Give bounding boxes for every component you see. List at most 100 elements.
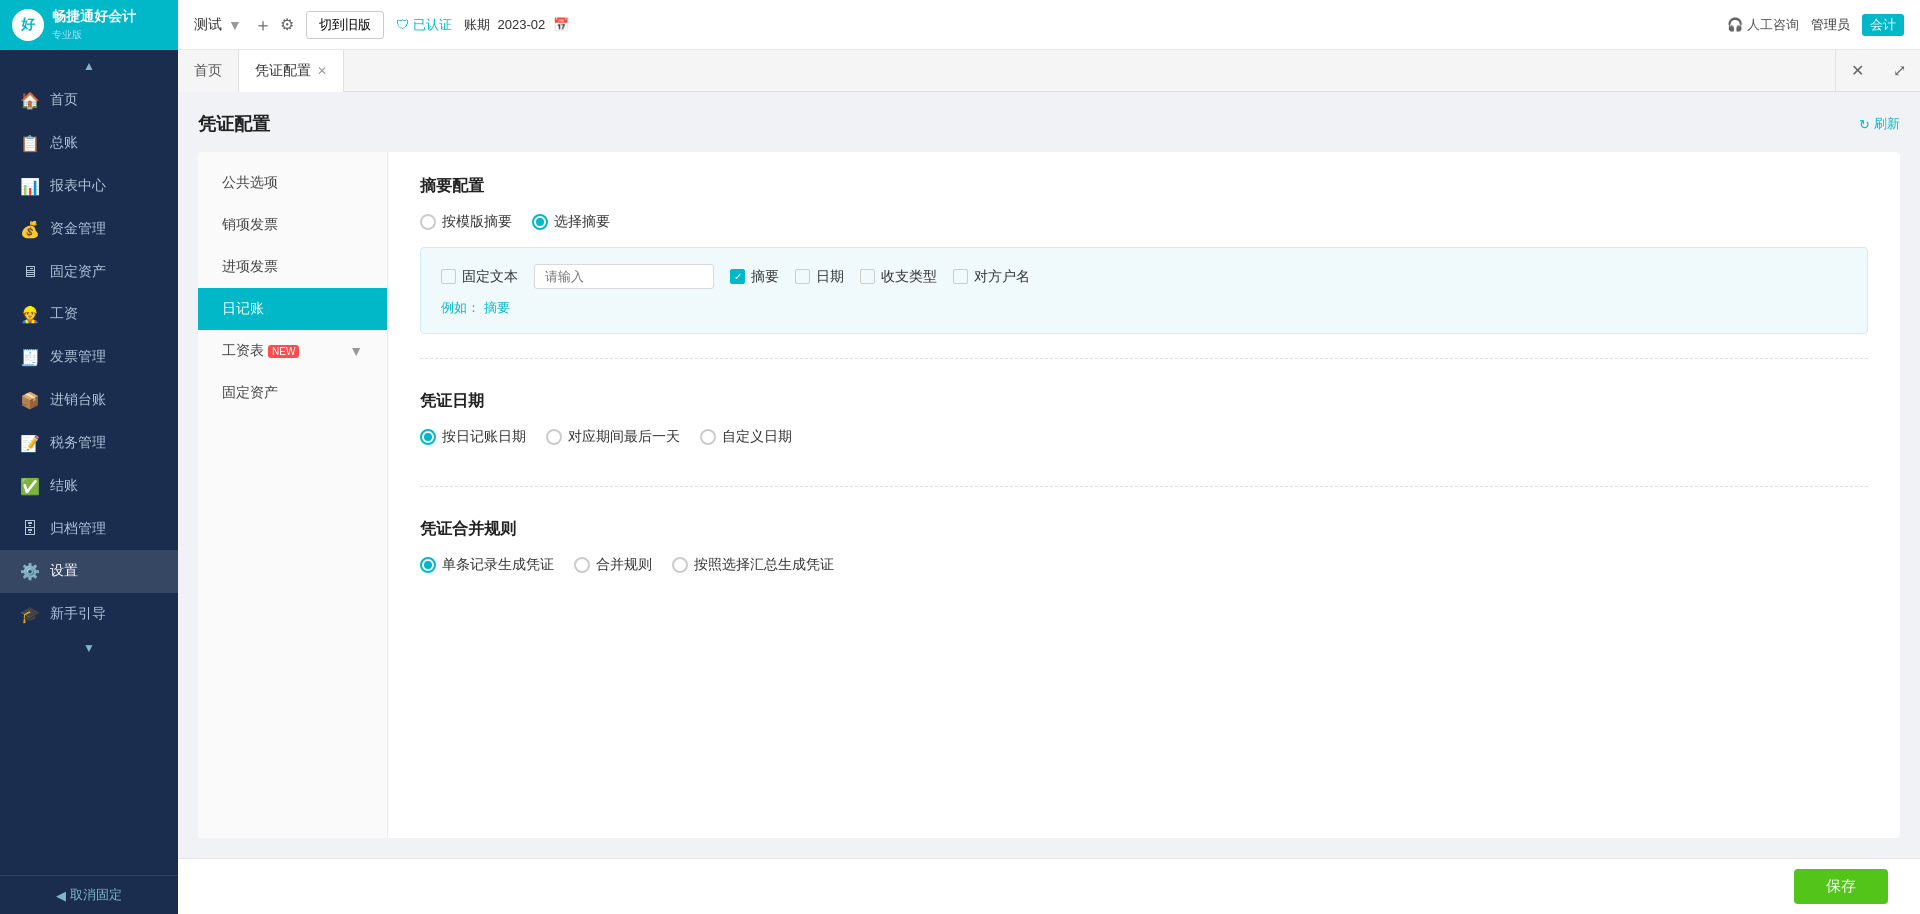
sidebar-item-archive-label: 归档管理 [50, 520, 106, 538]
summary-section-title: 摘要配置 [420, 176, 1868, 197]
radio-select-summary-label: 选择摘要 [554, 213, 610, 231]
radio-single-record-circle [420, 557, 436, 573]
checkbox-income-type[interactable]: 收支类型 [860, 268, 937, 286]
bottom-bar: 保存 [178, 858, 1920, 914]
sidebar-item-home[interactable]: 🏠 首页 [0, 79, 178, 122]
radio-template-summary[interactable]: 按模版摘要 [420, 213, 512, 231]
sidebar-item-settings[interactable]: ⚙️ 设置 [0, 550, 178, 593]
scroll-up[interactable]: ▲ [0, 54, 178, 79]
radio-diary-date-label: 按日记账日期 [442, 428, 526, 446]
radio-single-record-label: 单条记录生成凭证 [442, 556, 554, 574]
nav-item-sales-invoice[interactable]: 销项发票 [198, 204, 387, 246]
salary-icon: 👷 [20, 305, 40, 324]
consulting-button[interactable]: 🎧 人工咨询 [1727, 16, 1799, 34]
sidebar-item-fixed-asset[interactable]: 🖥 固定资产 [0, 251, 178, 293]
manager-label: 管理员 [1811, 16, 1850, 34]
radio-period-last-day[interactable]: 对应期间最后一天 [546, 428, 680, 446]
nav-item-payroll[interactable]: 工资表 NEW ▼ [198, 330, 387, 372]
date-radio-group: 按日记账日期 对应期间最后一天 自定义日期 [420, 428, 1868, 446]
sidebar-item-close-label: 结账 [50, 477, 78, 495]
report-icon: 📊 [20, 177, 40, 196]
radio-custom-date[interactable]: 自定义日期 [700, 428, 792, 446]
maximize-window-button[interactable]: ⤢ [1878, 50, 1920, 92]
close-window-button[interactable]: ✕ [1836, 50, 1878, 92]
summary-config-row: 固定文本 摘要 日期 [441, 264, 1847, 289]
main-area: 测试 ▼ ＋ ⚙ 切到旧版 🛡 已认证 账期 2023-02 📅 🎧 人工咨询 … [178, 0, 1920, 914]
logo-icon: 好 [12, 9, 44, 41]
sidebar-item-trade[interactable]: 📦 进销台账 [0, 379, 178, 422]
radio-single-record[interactable]: 单条记录生成凭证 [420, 556, 554, 574]
refresh-label: 刷新 [1874, 115, 1900, 133]
sidebar-item-invoice[interactable]: 🧾 发票管理 [0, 336, 178, 379]
sidebar-item-report-label: 报表中心 [50, 177, 106, 195]
checkbox-date-box [795, 269, 810, 284]
topbar-actions: ＋ ⚙ [254, 13, 294, 37]
refresh-button[interactable]: ↻ 刷新 [1859, 115, 1900, 133]
scroll-down[interactable]: ▼ [0, 636, 178, 661]
sidebar-item-tax[interactable]: 📝 税务管理 [0, 422, 178, 465]
radio-aggregate-generate-label: 按照选择汇总生成凭证 [694, 556, 834, 574]
scroll-down-icon[interactable]: ▼ [83, 640, 95, 657]
project-dropdown-icon[interactable]: ▼ [228, 17, 242, 33]
cancel-fixed-button[interactable]: ◀ 取消固定 [0, 875, 178, 914]
nav-item-public[interactable]: 公共选项 [198, 162, 387, 204]
summary-radio-group: 按模版摘要 选择摘要 [420, 213, 1868, 231]
switch-old-button[interactable]: 切到旧版 [306, 11, 384, 39]
add-icon[interactable]: ＋ [254, 13, 272, 37]
radio-select-summary[interactable]: 选择摘要 [532, 213, 610, 231]
checkbox-fixed-text[interactable]: 固定文本 [441, 268, 518, 286]
sidebar-scroll: ▲ 🏠 首页 📋 总账 📊 报表中心 💰 资金管理 🖥 固定资产 👷 工资 🧾 [0, 50, 178, 875]
tab-home[interactable]: 首页 [178, 50, 239, 92]
sidebar-item-salary[interactable]: 👷 工资 [0, 293, 178, 336]
close-period-icon: ✅ [20, 477, 40, 496]
radio-period-last-day-label: 对应期间最后一天 [568, 428, 680, 446]
nav-item-fixed-assets[interactable]: 固定资产 [198, 372, 387, 414]
tab-close-icon[interactable]: ✕ [317, 64, 327, 78]
radio-merge-rules-label: 合并规则 [596, 556, 652, 574]
settings-icon: ⚙️ [20, 562, 40, 581]
sidebar-item-archive[interactable]: 🗄 归档管理 [0, 508, 178, 550]
invoice-icon: 🧾 [20, 348, 40, 367]
sidebar-item-report[interactable]: 📊 报表中心 [0, 165, 178, 208]
sidebar-item-tax-label: 税务管理 [50, 434, 106, 452]
scroll-up-icon[interactable]: ▲ [83, 58, 95, 75]
left-nav: 公共选项 销项发票 进项发票 日记账 工资表 NEW ▼ 固定资产 [198, 152, 388, 838]
tab-home-label: 首页 [194, 62, 222, 80]
checkbox-counterpart[interactable]: 对方户名 [953, 268, 1030, 286]
nav-item-diary[interactable]: 日记账 [198, 288, 387, 330]
certified-status: 🛡 已认证 [396, 16, 452, 34]
sidebar: 好 畅捷通好会计 专业版 ▲ 🏠 首页 📋 总账 📊 报表中心 💰 资金管理 🖥 [0, 0, 178, 914]
archive-icon: 🗄 [20, 520, 40, 538]
sidebar-item-guide-label: 新手引导 [50, 605, 106, 623]
settings-gear-icon[interactable]: ⚙ [280, 15, 294, 34]
tab-voucher-config[interactable]: 凭证配置 ✕ [239, 50, 344, 92]
payroll-expand-icon: ▼ [349, 343, 363, 359]
checkbox-date[interactable]: 日期 [795, 268, 844, 286]
inner-layout: 公共选项 销项发票 进项发票 日记账 工资表 NEW ▼ 固定资产 [198, 152, 1900, 838]
example-content: 摘要 [484, 300, 510, 315]
sidebar-item-close[interactable]: ✅ 结账 [0, 465, 178, 508]
account-period: 账期 2023-02 📅 [464, 16, 569, 34]
save-button[interactable]: 保存 [1794, 869, 1888, 904]
consulting-label: 人工咨询 [1747, 16, 1799, 34]
sidebar-item-fund-label: 资金管理 [50, 220, 106, 238]
section-summary: 摘要配置 按模版摘要 选择摘要 [420, 176, 1868, 359]
topbar-project: 测试 ▼ [194, 16, 242, 34]
summary-config-box: 固定文本 摘要 日期 [420, 247, 1868, 334]
calendar-icon[interactable]: 📅 [553, 17, 569, 32]
sidebar-item-ledger[interactable]: 📋 总账 [0, 122, 178, 165]
fixed-text-input[interactable] [534, 264, 714, 289]
sidebar-item-fund[interactable]: 💰 资金管理 [0, 208, 178, 251]
checkbox-summary[interactable]: 摘要 [730, 268, 779, 286]
checkbox-summary-label: 摘要 [751, 268, 779, 286]
page-title: 凭证配置 [198, 112, 270, 136]
tab-window-controls: ✕ ⤢ [1835, 50, 1920, 92]
radio-aggregate-generate[interactable]: 按照选择汇总生成凭证 [672, 556, 834, 574]
radio-template-summary-label: 按模版摘要 [442, 213, 512, 231]
radio-custom-date-label: 自定义日期 [722, 428, 792, 446]
nav-item-purchase-invoice[interactable]: 进项发票 [198, 246, 387, 288]
cancel-fixed-arrow-icon: ◀ [56, 888, 66, 903]
radio-merge-rules[interactable]: 合并规则 [574, 556, 652, 574]
sidebar-item-guide[interactable]: 🎓 新手引导 [0, 593, 178, 636]
radio-diary-date[interactable]: 按日记账日期 [420, 428, 526, 446]
